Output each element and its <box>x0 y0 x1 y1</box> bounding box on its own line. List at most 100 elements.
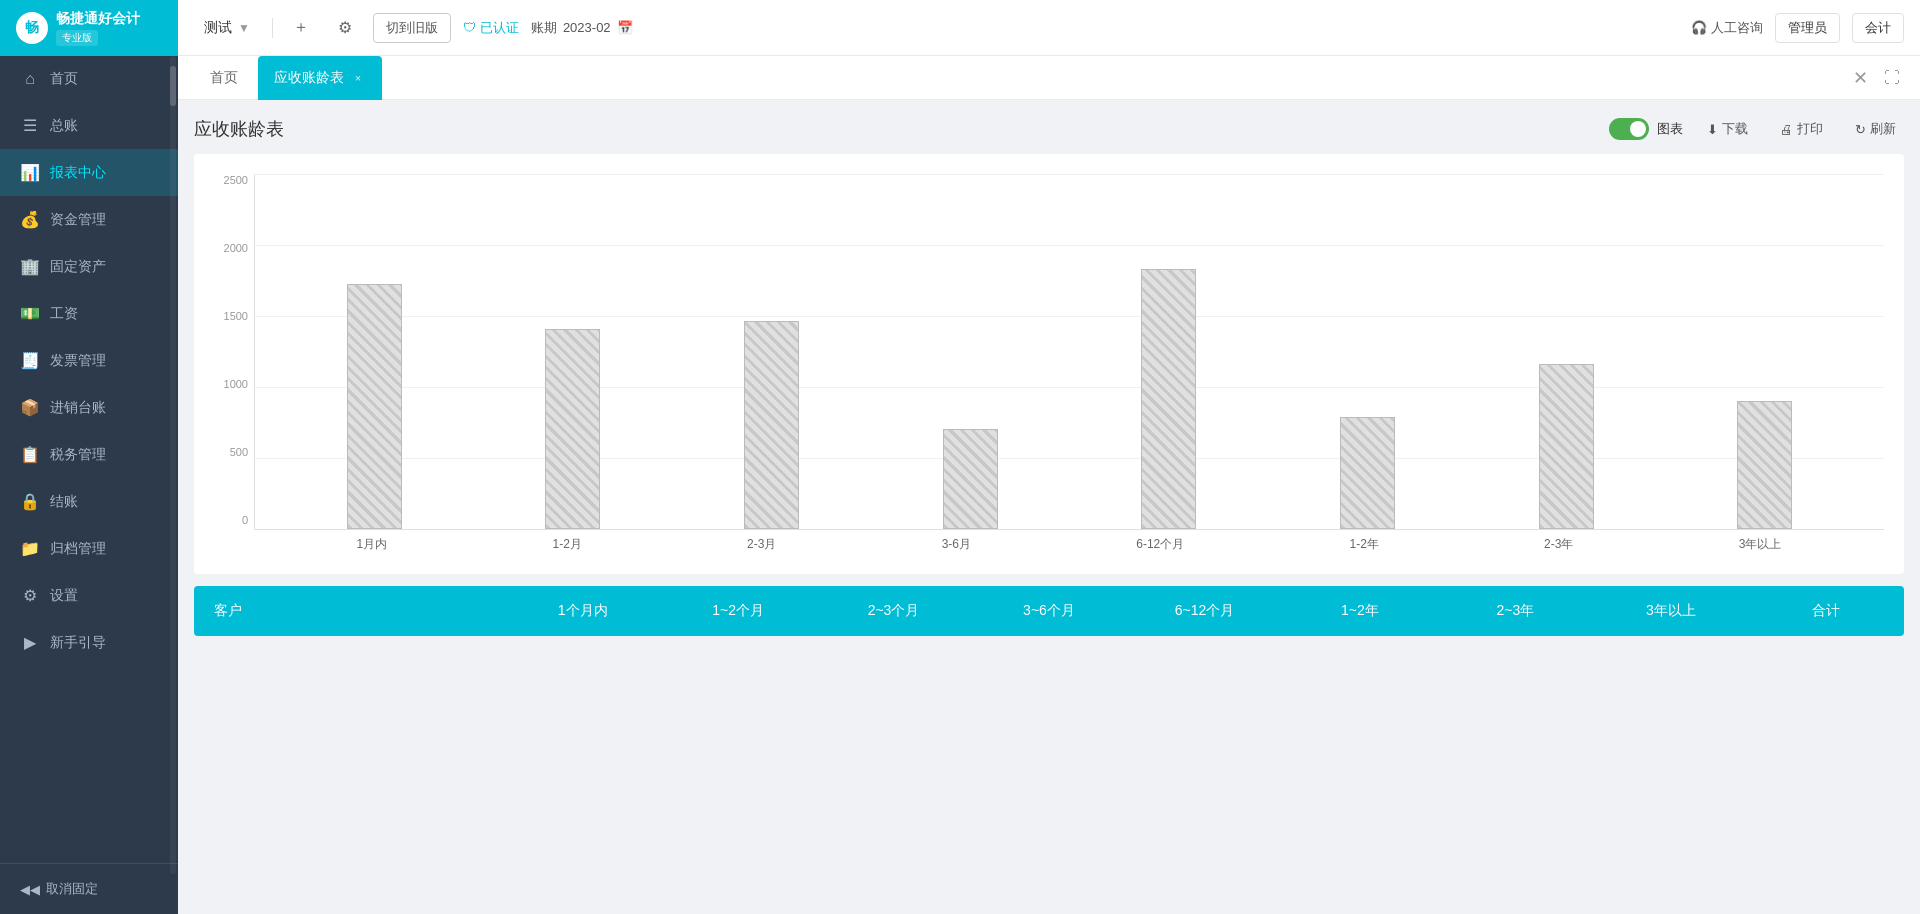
sidebar-label-assets: 固定资产 <box>50 258 106 276</box>
refresh-icon: ↻ <box>1855 122 1866 137</box>
bar-group-2-3month <box>744 321 799 529</box>
table-header-row: 客户1个月内1~2个月2~3个月3~6个月6~12个月1~2年2~3年3年以上合… <box>194 586 1904 636</box>
consult-button[interactable]: 🎧 人工咨询 <box>1691 19 1763 37</box>
sidebar-scrollbar-thumb[interactable] <box>170 66 176 106</box>
company-selector[interactable]: 测试 ▼ <box>194 13 260 43</box>
content-area: 应收账龄表 图表 ⬇ 下载 🖨 打印 ↻ 刷新 <box>178 100 1920 914</box>
chart-area: 0 500 1000 1500 2000 2500 <box>194 154 1904 574</box>
tab-ar-aging-label: 应收账龄表 <box>274 69 344 87</box>
sidebar-label-closing: 结账 <box>50 493 78 511</box>
sidebar-icon-reports: 📊 <box>20 163 40 182</box>
sidebar-bottom: ◀◀ 取消固定 <box>0 863 178 914</box>
close-panel-button[interactable]: ✕ <box>1849 63 1872 93</box>
sidebar-label-archive: 归档管理 <box>50 540 106 558</box>
topbar: 测试 ▼ ＋ ⚙ 切到旧版 🛡 已认证 账期 2023-02 📅 🎧 人工咨询 … <box>178 0 1920 56</box>
bar-2-3year <box>1539 364 1594 529</box>
sidebar-label-reports: 报表中心 <box>50 164 106 182</box>
sidebar-item-funds[interactable]: 💰 资金管理 <box>0 196 178 243</box>
app-name: 畅捷通好会计 <box>56 10 140 27</box>
sidebar-item-closing[interactable]: 🔒 结账 <box>0 478 178 525</box>
x-label-1month: 1月内 <box>357 536 388 554</box>
sidebar-item-home[interactable]: ⌂ 首页 <box>0 56 178 102</box>
bar-group-2-3year <box>1539 364 1594 529</box>
cert-status: 🛡 已认证 <box>463 19 519 37</box>
tab-home[interactable]: 首页 <box>194 56 254 100</box>
x-label-6-12month: 6-12个月 <box>1136 536 1184 554</box>
sidebar-icon-closing: 🔒 <box>20 492 40 511</box>
x-axis-labels: 1月内 1-2月 2-3月 3-6月 6-12个月 1-2年 2-3年 3年以上 <box>254 530 1884 554</box>
company-name: 测试 <box>204 19 232 37</box>
sidebar-label-settings: 设置 <box>50 587 78 605</box>
sidebar-icon-archive: 📁 <box>20 539 40 558</box>
switch-version-button[interactable]: 切到旧版 <box>373 13 451 43</box>
bar-1-2year <box>1340 417 1395 529</box>
sidebar-item-reports[interactable]: 📊 报表中心 <box>0 149 178 196</box>
sidebar-label-payroll: 工资 <box>50 305 78 323</box>
sidebar-item-purchase[interactable]: 📦 进销台账 <box>0 384 178 431</box>
app-edition: 专业版 <box>56 30 98 46</box>
sidebar-item-payroll[interactable]: 💵 工资 <box>0 290 178 337</box>
chart-grid <box>254 174 1884 530</box>
sidebar-item-guide[interactable]: ▶ 新手引导 <box>0 619 178 666</box>
x-label-2-3month: 2-3月 <box>747 536 776 554</box>
bar-group-1-2year <box>1340 417 1395 529</box>
sidebar-icon-funds: 💰 <box>20 210 40 229</box>
x-label-3year-plus: 3年以上 <box>1739 536 1782 554</box>
table-header-cell-0: 客户 <box>194 586 505 636</box>
tab-close-icon[interactable]: × <box>350 70 366 86</box>
sidebar-label-purchase: 进销台账 <box>50 399 106 417</box>
add-button[interactable]: ＋ <box>285 12 317 44</box>
pin-sidebar-button[interactable]: ◀◀ 取消固定 <box>16 874 162 904</box>
sidebar-item-assets[interactable]: 🏢 固定资产 <box>0 243 178 290</box>
tab-ar-aging[interactable]: 应收账龄表 × <box>258 56 382 100</box>
sidebar-icon-settings: ⚙ <box>20 586 40 605</box>
topbar-right: 🎧 人工咨询 管理员 会计 <box>1691 13 1904 43</box>
sidebar-label-home: 首页 <box>50 70 78 88</box>
sidebar: 畅 畅捷通好会计 专业版 ⌂ 首页 ☰ 总账 📊 报表中心 💰 资金管理 🏢 固… <box>0 0 178 914</box>
sidebar-item-tax[interactable]: 📋 税务管理 <box>0 431 178 478</box>
chart-toggle-switch[interactable] <box>1609 118 1649 140</box>
sidebar-icon-invoice: 🧾 <box>20 351 40 370</box>
period-display: 账期 2023-02 📅 <box>531 19 633 37</box>
sidebar-icon-tax: 📋 <box>20 445 40 464</box>
sidebar-icon-purchase: 📦 <box>20 398 40 417</box>
download-button[interactable]: ⬇ 下载 <box>1699 116 1756 142</box>
sidebar-icon-guide: ▶ <box>20 633 40 652</box>
bar-3-6month <box>943 429 998 529</box>
tabs-bar: 首页 应收账龄表 × ✕ ⛶ <box>178 56 1920 100</box>
sidebar-nav: ⌂ 首页 ☰ 总账 📊 报表中心 💰 资金管理 🏢 固定资产 💵 工资 🧾 发票… <box>0 56 178 863</box>
chart-container: 0 500 1000 1500 2000 2500 <box>214 174 1884 554</box>
sidebar-scrollbar-track[interactable] <box>170 56 176 874</box>
user-button[interactable]: 管理员 <box>1775 13 1840 43</box>
bar-1month <box>347 284 402 529</box>
settings-button[interactable]: ⚙ <box>329 12 361 44</box>
sidebar-item-settings[interactable]: ⚙ 设置 <box>0 572 178 619</box>
sidebar-item-archive[interactable]: 📁 归档管理 <box>0 525 178 572</box>
chart-plot: 1月内 1-2月 2-3月 3-6月 6-12个月 1-2年 2-3年 3年以上 <box>254 174 1884 554</box>
page-actions: 图表 ⬇ 下载 🖨 打印 ↻ 刷新 <box>1609 116 1904 142</box>
bar-2-3month <box>744 321 799 529</box>
print-button[interactable]: 🖨 打印 <box>1772 116 1831 142</box>
grid-line-0 <box>255 174 1884 175</box>
page-header: 应收账龄表 图表 ⬇ 下载 🖨 打印 ↻ 刷新 <box>194 116 1904 142</box>
role-button[interactable]: 会计 <box>1852 13 1904 43</box>
print-icon: 🖨 <box>1780 122 1793 137</box>
table-header-cell-5: 6~12个月 <box>1127 586 1282 636</box>
bar-6-12month <box>1141 269 1196 529</box>
sidebar-label-invoice: 发票管理 <box>50 352 106 370</box>
expand-panel-button[interactable]: ⛶ <box>1880 65 1904 91</box>
bar-1-2month <box>545 329 600 529</box>
bar-3year-plus <box>1737 401 1792 529</box>
sidebar-item-ledger[interactable]: ☰ 总账 <box>0 102 178 149</box>
sidebar-item-invoice[interactable]: 🧾 发票管理 <box>0 337 178 384</box>
grid-line-1 <box>255 245 1884 246</box>
x-label-2-3year: 2-3年 <box>1544 536 1573 554</box>
sidebar-label-guide: 新手引导 <box>50 634 106 652</box>
table-header-cell-8: 3年以上 <box>1593 586 1748 636</box>
refresh-button[interactable]: ↻ 刷新 <box>1847 116 1904 142</box>
pin-icon: ◀◀ <box>20 882 40 897</box>
calendar-icon[interactable]: 📅 <box>617 20 633 35</box>
sidebar-logo: 畅 畅捷通好会计 专业版 <box>0 0 178 56</box>
chart-toggle-label: 图表 <box>1657 120 1683 138</box>
headset-icon: 🎧 <box>1691 20 1707 35</box>
